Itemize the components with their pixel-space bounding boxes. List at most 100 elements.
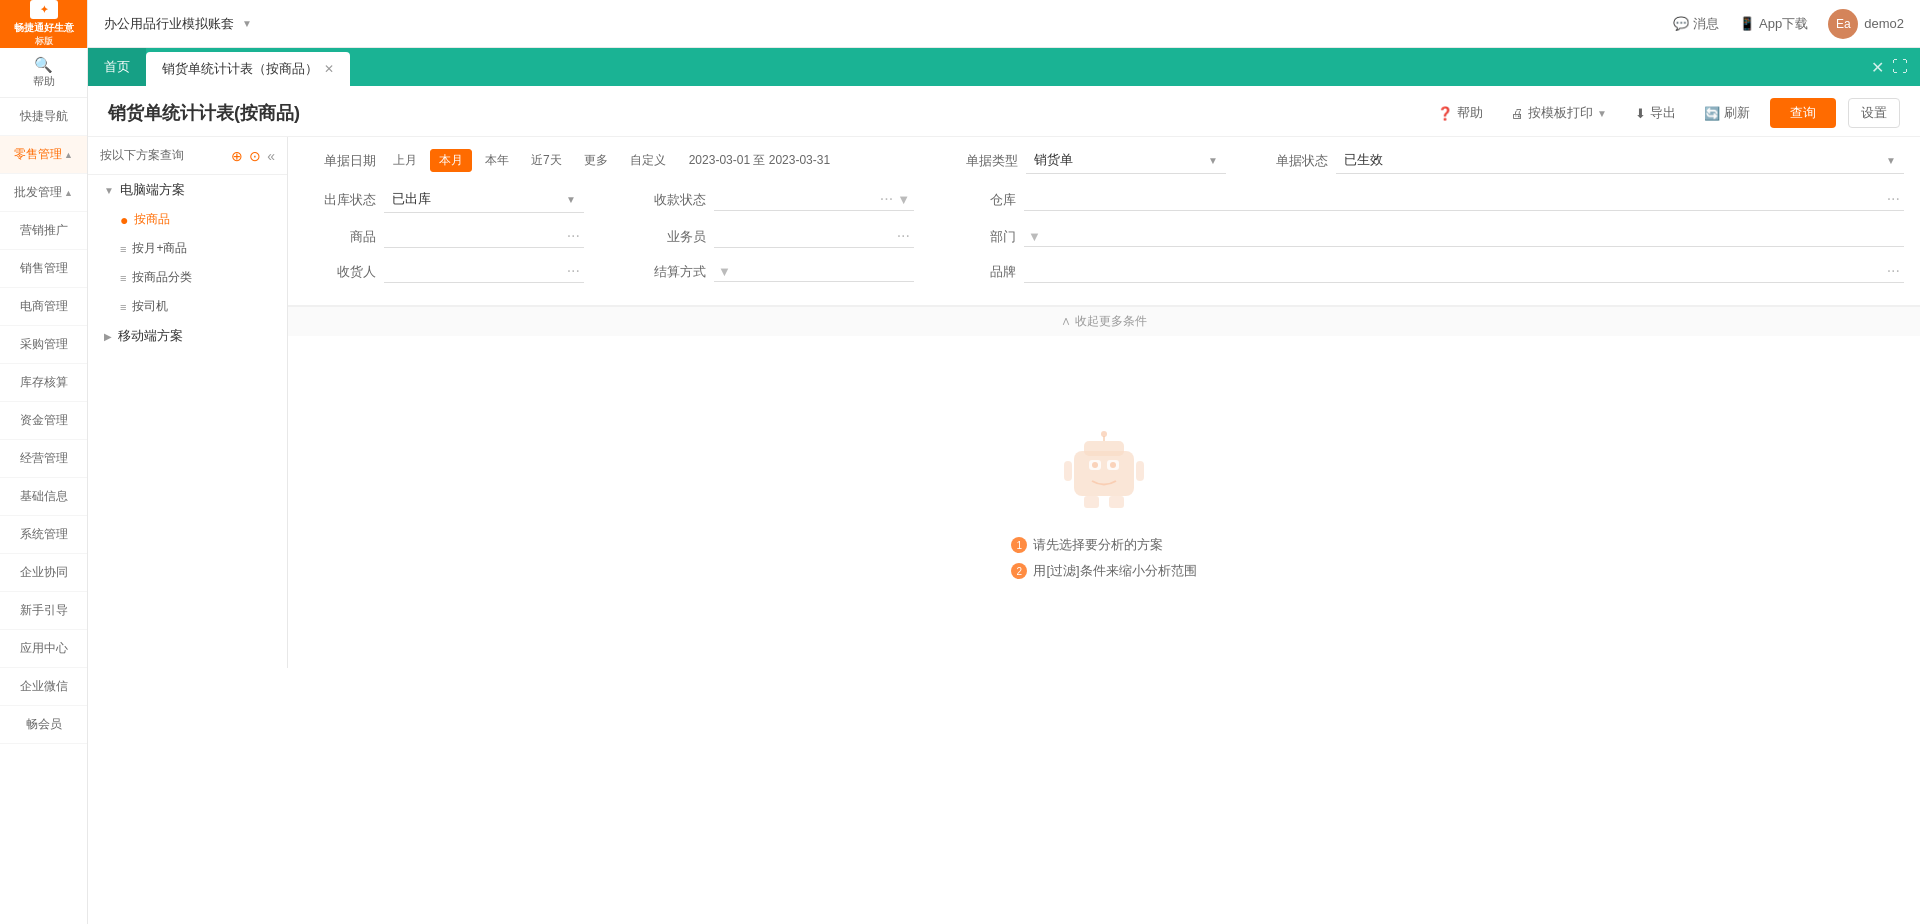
app-download-label: App下载	[1759, 15, 1808, 33]
tab-home-label: 首页	[104, 58, 130, 76]
period-more[interactable]: 更多	[575, 149, 617, 172]
receiver-input[interactable]: ···	[384, 260, 584, 283]
brand-input[interactable]: ···	[1024, 260, 1904, 283]
sidebar-item-operation[interactable]: 经营管理	[0, 440, 87, 478]
add-scheme-icon[interactable]: ⊕	[231, 148, 243, 164]
doc-status-value: 已生效	[1344, 151, 1383, 169]
print-label: 按模板打印	[1528, 104, 1593, 122]
doc-type-select[interactable]: 销货单 ▼	[1026, 147, 1226, 174]
query-btn[interactable]: 查询	[1770, 98, 1836, 128]
collapse-bar[interactable]: ∧ 收起更多条件	[288, 306, 1920, 336]
empty-tip-1: 1 请先选择要分析的方案	[1011, 536, 1196, 554]
sidebar-item-ecommerce[interactable]: 电商管理	[0, 288, 87, 326]
message-label: 消息	[1693, 15, 1719, 33]
sidebar-item-newbie[interactable]: 新手引导	[0, 592, 87, 630]
svg-rect-11	[1109, 496, 1124, 508]
panel-icons: ⊕ ⊙ «	[231, 148, 275, 164]
pc-scheme-label: 电脑端方案	[120, 181, 185, 199]
page-title: 销货单统计计表(按商品)	[108, 101, 300, 125]
app-logo: ✦ 畅捷通好生意 标版	[0, 0, 87, 48]
warehouse-input[interactable]: ···	[1024, 188, 1904, 211]
mobile-scheme-label: 移动端方案	[118, 327, 183, 345]
user-menu[interactable]: Ea demo2	[1828, 9, 1904, 39]
goods-input[interactable]: ···	[384, 225, 584, 248]
sidebar-item-enterprise[interactable]: 企业协同	[0, 554, 87, 592]
message-icon: 💬	[1673, 16, 1689, 31]
sidebar-item-system[interactable]: 系统管理	[0, 516, 87, 554]
doc-status-select[interactable]: 已生效 ▼	[1336, 147, 1904, 174]
tab-sales-stats[interactable]: 销货单统计计表（按商品） ✕	[146, 52, 350, 86]
print-icon: 🖨	[1511, 106, 1524, 121]
brand-label: 品牌	[954, 263, 1024, 281]
period-custom[interactable]: 自定义	[621, 149, 675, 172]
tree-by-cashier[interactable]: ≡ 按司机	[88, 292, 287, 321]
filter-row-4: 收货人 ··· 结算方式 ▼ 品牌 ···	[304, 260, 1904, 283]
svg-rect-0	[1074, 451, 1134, 496]
sidebar-item-basic[interactable]: 基础信息	[0, 478, 87, 516]
dept-input[interactable]: ▼	[1024, 227, 1904, 247]
by-goods-category-icon: ≡	[120, 272, 126, 284]
export-btn[interactable]: ⬇ 导出	[1627, 100, 1684, 126]
settings-btn[interactable]: 设置	[1848, 98, 1900, 128]
page-actions: ❓ 帮助 🖨 按模板打印 ▼ ⬇ 导出 🔄 刷新 查询	[1429, 98, 1900, 128]
receiver-dots: ···	[567, 262, 580, 280]
sidebar-item-purchase[interactable]: 采购管理	[0, 326, 87, 364]
sidebar-item-sales[interactable]: 销售管理	[0, 250, 87, 288]
sidebar-item-marketing[interactable]: 营销推广	[0, 212, 87, 250]
sidebar-item-inventory[interactable]: 库存核算	[0, 364, 87, 402]
edit-scheme-icon[interactable]: ⊙	[249, 148, 261, 164]
empty-icon	[1054, 416, 1154, 516]
settlement-input[interactable]: ▼	[714, 262, 914, 282]
logo-icon: ✦	[30, 0, 58, 19]
out-status-select[interactable]: 已出库 ▼	[384, 186, 584, 213]
payment-status-input[interactable]: ··· ▼	[714, 188, 914, 211]
refresh-btn[interactable]: 🔄 刷新	[1696, 100, 1758, 126]
pc-scheme-arrow: ▼	[104, 185, 114, 196]
period-this-year[interactable]: 本年	[476, 149, 518, 172]
username: demo2	[1864, 16, 1904, 31]
right-content: 单据日期 上月 本月 本年 近7天 更多 自定义 2023-03-01 至 20…	[288, 137, 1920, 668]
tree-by-goods-category[interactable]: ≡ 按商品分类	[88, 263, 287, 292]
tree-mobile-scheme[interactable]: ▶ 移动端方案	[88, 321, 287, 351]
tree-pc-scheme[interactable]: ▼ 电脑端方案	[88, 175, 287, 205]
sidebar-search[interactable]: 🔍 帮助	[0, 48, 87, 98]
industry-name: 办公用品行业模拟账套	[104, 15, 234, 33]
industry-dropdown-arrow[interactable]: ▼	[242, 18, 252, 29]
tab-home[interactable]: 首页	[88, 48, 146, 86]
period-last-month[interactable]: 上月	[384, 149, 426, 172]
sidebar-item-wholesale[interactable]: 批发管理 ▲	[0, 174, 87, 212]
salesperson-input[interactable]: ···	[714, 225, 914, 248]
period-this-month[interactable]: 本月	[430, 149, 472, 172]
message-btn[interactable]: 💬 消息	[1673, 15, 1719, 33]
goods-dots: ···	[567, 227, 580, 245]
tab-expand-icon[interactable]: ⛶	[1892, 58, 1908, 76]
header-left: 办公用品行业模拟账套 ▼	[104, 15, 252, 33]
payment-status-label: 收款状态	[624, 191, 714, 209]
tab-close-icon[interactable]: ✕	[1871, 58, 1884, 77]
tree-by-goods[interactable]: ● 按商品	[88, 205, 287, 234]
collapse-panel-icon[interactable]: «	[267, 148, 275, 164]
sidebar-item-retail[interactable]: 零售管理 ▲	[0, 136, 87, 174]
sidebar-item-appstore[interactable]: 应用中心	[0, 630, 87, 668]
out-status-arrow: ▼	[566, 194, 576, 205]
sidebar-item-wechat[interactable]: 企业微信	[0, 668, 87, 706]
salesperson-label: 业务员	[624, 228, 714, 246]
app-download-btn[interactable]: 📱 App下载	[1739, 15, 1808, 33]
tab-close-btn[interactable]: ✕	[324, 62, 334, 76]
svg-rect-1	[1084, 441, 1124, 456]
period-7days[interactable]: 近7天	[522, 149, 571, 172]
dept-label: 部门	[954, 228, 1024, 246]
print-btn[interactable]: 🖨 按模板打印 ▼	[1503, 100, 1615, 126]
settings-label: 设置	[1861, 104, 1887, 122]
tree-by-month-goods[interactable]: ≡ 按月+商品	[88, 234, 287, 263]
help-btn[interactable]: ❓ 帮助	[1429, 100, 1491, 126]
tip-text-2: 用[过滤]条件来缩小分析范围	[1033, 562, 1196, 580]
doc-type-arrow: ▼	[1208, 155, 1218, 166]
sidebar-item-quick-nav[interactable]: 快捷导航	[0, 98, 87, 136]
sidebar-item-finance[interactable]: 资金管理	[0, 402, 87, 440]
doc-type-label: 单据类型	[936, 152, 1026, 170]
receiver-label: 收货人	[304, 263, 384, 281]
avatar: Ea	[1828, 9, 1858, 39]
sidebar-item-member[interactable]: 畅会员	[0, 706, 87, 744]
download-icon: 📱	[1739, 16, 1755, 31]
